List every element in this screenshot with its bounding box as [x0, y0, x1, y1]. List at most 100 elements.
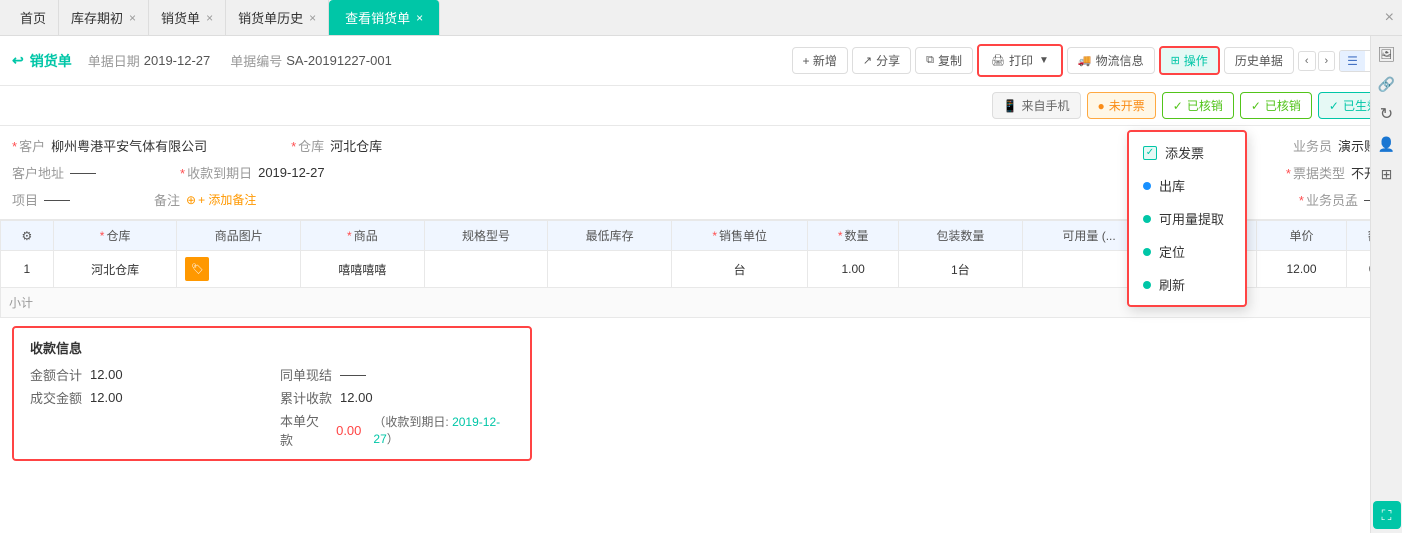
dropdown-locate[interactable]: 定位: [1129, 235, 1245, 268]
orange-dot-icon: ●: [1098, 99, 1105, 113]
cumulative-receipt-row: 累计收款 12.00: [280, 388, 514, 407]
row-package-qty: 1台: [899, 251, 1023, 288]
blue-dot-icon: [1143, 182, 1151, 190]
payment-info-left: 金额合计 12.00 成交金额 12.00: [30, 365, 264, 449]
col-min-stock: 最低库存: [548, 221, 672, 251]
new-button[interactable]: + 新增: [792, 47, 848, 74]
check3-icon: ✓: [1329, 99, 1339, 113]
address-field: 客户地址 ——: [12, 163, 96, 182]
list-view-button[interactable]: ☰: [1340, 51, 1365, 71]
print-icon: 🖨: [991, 54, 1005, 67]
tab-view-sales[interactable]: 查看销货单 ×: [329, 0, 440, 35]
same-order-value: ——: [340, 367, 366, 382]
col-sales-unit: 销售单位: [672, 221, 808, 251]
close-sales-tab[interactable]: ×: [206, 11, 213, 25]
row-product-img: 🏷: [177, 251, 301, 288]
total-amount-value: 12.00: [90, 367, 123, 382]
mobile-status-btn[interactable]: 📱 来自手机: [992, 92, 1081, 119]
tab-sales-history[interactable]: 销货单历史 ×: [226, 0, 329, 35]
add-note-button[interactable]: ⊕ + 添加备注: [186, 191, 256, 208]
payment-info-box: 收款信息 金额合计 12.00 成交金额 12.00 同单现结 ——: [12, 326, 532, 461]
close-inventory-tab[interactable]: ×: [129, 11, 136, 25]
col-unit-price: 单价: [1257, 221, 1346, 251]
col-settings[interactable]: ⚙: [1, 221, 54, 251]
tab-inventory-init[interactable]: 库存期初 ×: [59, 0, 149, 35]
copy-icon: ⧉: [926, 54, 934, 67]
sold-status-btn[interactable]: ✓ 已核销: [1240, 92, 1312, 119]
check-icon: ✓: [1173, 99, 1183, 113]
address-value: ——: [70, 165, 96, 180]
current-owed-row: 本单欠款 0.00 （收款到期日: 2019-12-27）: [280, 411, 514, 449]
col-product: 商品: [301, 221, 425, 251]
transaction-amount-row: 成交金额 12.00: [30, 388, 264, 407]
doc-date: 单据日期 2019-12-27: [88, 51, 211, 70]
transaction-amount-value: 12.00: [90, 390, 123, 405]
logistics-button[interactable]: 🚚 物流信息: [1067, 47, 1155, 74]
truck-icon: 🚚: [1078, 54, 1092, 67]
payment-info-grid: 金额合计 12.00 成交金额 12.00 同单现结 —— 累计收款: [30, 365, 514, 449]
row-warehouse: 河北仓库: [53, 251, 177, 288]
share-icon: ↗: [863, 54, 872, 67]
close-history-tab[interactable]: ×: [309, 11, 316, 25]
customer-value: 柳州粤港平安气体有限公司: [51, 136, 207, 155]
sidebar-expand-icon[interactable]: ⛶: [1373, 501, 1401, 529]
sidebar-table-icon[interactable]: ⊞: [1373, 160, 1401, 188]
doc-title: ↩ 销货单: [12, 51, 72, 71]
teal-dot-locate-icon: [1143, 248, 1151, 256]
dropdown-add-invoice[interactable]: ✓ 添发票: [1129, 136, 1245, 169]
teal-dot-refresh-icon: [1143, 281, 1151, 289]
tab-home[interactable]: 首页: [8, 0, 59, 35]
header-right: + 新增 ↗ 分享 ⧉ 复制 🖨 打印 ▼: [792, 44, 1390, 77]
refresh-icon: ↻: [1380, 104, 1393, 124]
col-product-img: 商品图片: [177, 221, 301, 251]
project-value: ——: [44, 192, 70, 207]
dropdown-available[interactable]: 可用量提取: [1129, 202, 1245, 235]
dropdown-refresh[interactable]: 刷新: [1129, 268, 1245, 301]
teal-dot-available-icon: [1143, 215, 1151, 223]
row-seq: 1: [1, 251, 54, 288]
doc-title-icon: ↩: [12, 52, 24, 69]
payment-info-title: 收款信息: [30, 338, 514, 357]
dropdown-outbound[interactable]: 出库: [1129, 169, 1245, 202]
sidebar-link-icon[interactable]: 🔗: [1373, 70, 1401, 98]
print-button[interactable]: 🖨 打印 ▼: [981, 48, 1059, 73]
row-product: 嘻嘻嘻嘻: [301, 251, 425, 288]
payment-date-field: 收款到期日 2019-12-27: [180, 163, 325, 182]
payment-due-note: （收款到期日: 2019-12-27）: [373, 413, 514, 447]
row-spec: [424, 251, 548, 288]
cumulative-receipt-value: 12.00: [340, 390, 373, 405]
row-unit-price: 12.00: [1257, 251, 1346, 288]
col-quantity: 数量: [808, 221, 899, 251]
share-button[interactable]: ↗ 分享: [852, 47, 911, 74]
history-button[interactable]: 历史单据: [1224, 47, 1294, 74]
image-icon: 🖼: [1378, 46, 1396, 63]
grid-icon: ⊞: [1171, 54, 1180, 67]
right-sidebar: 🖼 🔗 ↻ 👤 ⊞ ⛶: [1370, 36, 1402, 533]
close-view-sales-tab[interactable]: ×: [416, 11, 423, 25]
doc-header: ↩ 销货单 单据日期 2019-12-27 单据编号 SA-20191227-0…: [0, 36, 1402, 86]
table-icon: ⊞: [1381, 166, 1393, 183]
doc-meta: 单据日期 2019-12-27 单据编号 SA-20191227-001: [88, 51, 392, 70]
sidebar-user-icon[interactable]: 👤: [1373, 130, 1401, 158]
doc-number: 单据编号 SA-20191227-001: [230, 51, 392, 70]
ticket-status-btn[interactable]: ● 未开票: [1087, 92, 1156, 119]
print-highlight-box: 🖨 打印 ▼: [977, 44, 1063, 77]
verified-status-btn[interactable]: ✓ 已核销: [1162, 92, 1234, 119]
next-button[interactable]: ›: [1318, 51, 1336, 71]
operations-button[interactable]: ⊞ 操作: [1159, 46, 1220, 75]
row-sales-unit: 台: [672, 251, 808, 288]
user-icon: 👤: [1378, 136, 1395, 153]
window-close-button[interactable]: ×: [1385, 9, 1394, 27]
sidebar-image-icon[interactable]: 🖼: [1373, 40, 1401, 68]
tab-sales-order[interactable]: 销货单 ×: [149, 0, 226, 35]
add-invoice-checkbox[interactable]: ✓: [1143, 146, 1157, 160]
note-field: 备注 ⊕ + 添加备注: [154, 190, 256, 209]
warehouse-field: 仓库 河北仓库: [291, 136, 382, 155]
operations-dropdown: ✓ 添发票 出库 可用量提取 定位 刷新: [1127, 130, 1247, 307]
sidebar-refresh-icon[interactable]: ↻: [1373, 100, 1401, 128]
prev-button[interactable]: ‹: [1298, 51, 1316, 71]
print-dropdown-arrow[interactable]: ▼: [1039, 55, 1049, 66]
mobile-icon: 📱: [1003, 99, 1018, 113]
copy-button[interactable]: ⧉ 复制: [915, 47, 973, 74]
nav-arrows: ‹ ›: [1298, 51, 1335, 71]
